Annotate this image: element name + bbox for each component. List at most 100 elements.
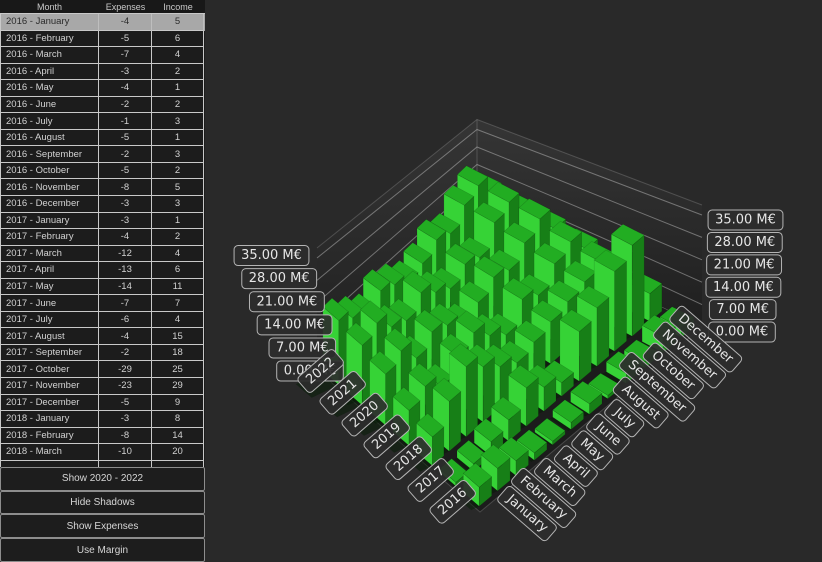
income-cell: 4 — [152, 47, 204, 64]
table-row[interactable]: 2016 - June -2 2 — [0, 96, 205, 114]
table-row[interactable]: 2017 - December -5 9 — [0, 394, 205, 412]
bar-face-right — [614, 260, 627, 352]
expenses-cell: -5 — [99, 162, 152, 180]
expenses-cell: -4 — [99, 80, 152, 97]
expenses-cell: -10 — [99, 444, 152, 461]
income-cell: 3 — [152, 146, 204, 163]
table-row[interactable]: 2017 - October -29 25 — [0, 361, 205, 379]
table-row[interactable]: 2017 - April -13 6 — [0, 262, 205, 279]
table-row[interactable]: 2016 - April -3 2 — [0, 63, 205, 81]
show-expenses-button[interactable]: Show Expenses — [0, 514, 205, 539]
month-cell: 2016 - September — [0, 146, 99, 163]
table-row[interactable]: 2018 - February -8 14 — [0, 427, 205, 445]
table-row[interactable]: 2017 - September -2 18 — [0, 344, 205, 362]
value-axis-label-left: 28.00 M€ — [241, 268, 318, 290]
month-cell: 2018 - March — [0, 444, 99, 461]
income-cell: 1 — [152, 129, 204, 147]
svg-text:14.00 M€: 14.00 M€ — [264, 317, 325, 332]
table-row[interactable]: 2016 - September -2 3 — [0, 146, 205, 163]
column-header-expenses: Expenses — [105, 1, 146, 12]
table-row[interactable]: 2016 - May -4 1 — [0, 80, 205, 97]
table-row[interactable]: 2017 - November -23 29 — [0, 378, 205, 395]
month-cell: 2017 - October — [0, 361, 99, 379]
bar-face-right — [596, 296, 610, 367]
table-row[interactable]: 2018 - March -10 20 — [0, 444, 205, 461]
svg-text:28.00 M€: 28.00 M€ — [249, 271, 310, 286]
value-axis-label-right: 21.00 M€ — [706, 254, 783, 276]
svg-text:21.00 M€: 21.00 M€ — [714, 257, 775, 272]
month-cell: 2016 - July — [0, 113, 99, 130]
expenses-cell: -4 — [99, 328, 152, 345]
table-row[interactable]: 2018 - January -3 8 — [0, 411, 205, 428]
income-cell: 8 — [152, 411, 204, 428]
bar-face-right — [631, 234, 645, 337]
income-cell: 3 — [152, 113, 204, 130]
show-years-button[interactable]: Show 2020 - 2022 — [0, 466, 205, 491]
month-cell: 2018 - February — [0, 427, 99, 445]
income-cell: 6 — [152, 30, 204, 48]
expenses-cell: -1 — [99, 113, 152, 130]
month-cell: 2017 - May — [0, 278, 99, 296]
sidebar-buttons: Show 2020 - 2022 Hide Shadows Show Expense… — [0, 466, 205, 562]
income-cell: 3 — [152, 196, 204, 213]
month-cell: 2016 - November — [0, 179, 99, 197]
table-row[interactable]: 2017 - February -4 2 — [0, 229, 205, 246]
use-margin-button[interactable]: Use Margin — [0, 538, 205, 562]
svg-text:7.00 M€: 7.00 M€ — [276, 340, 329, 355]
expenses-cell: -4 — [99, 229, 152, 246]
value-axis-label-right: 14.00 M€ — [705, 276, 782, 298]
income-cell: 2 — [152, 162, 204, 180]
month-cell: 2016 - June — [0, 96, 99, 114]
table-row[interactable]: 2016 - March -7 4 — [0, 47, 205, 64]
chart-area: 0.00 M€ 7.00 M€ 14.00 M€ 21.00 M€ 28.00 M€ 35… — [205, 0, 822, 562]
table-row[interactable]: 2017 - January -3 1 — [0, 212, 205, 230]
value-axis-label-right: 28.00 M€ — [706, 231, 783, 253]
income-cell: 4 — [152, 245, 204, 263]
table-row[interactable]: 2016 - October -5 2 — [0, 162, 205, 180]
value-axis-right: 0.00 M€ 7.00 M€ 14.00 M€ 21.00 M€ 28.00 M€ 35… — [705, 209, 784, 343]
month-cell: 2017 - April — [0, 262, 99, 279]
table-row[interactable]: 2017 - May -14 11 — [0, 278, 205, 296]
svg-text:0.00 M€: 0.00 M€ — [716, 325, 769, 340]
table-row[interactable]: 2016 - November -8 5 — [0, 179, 205, 197]
month-cell: 2017 - June — [0, 295, 99, 312]
expenses-cell: -3 — [99, 196, 152, 213]
expenses-cell: -8 — [99, 179, 152, 197]
income-cell: 4 — [152, 311, 204, 329]
table-row[interactable]: 2017 - March -12 4 — [0, 245, 205, 263]
value-axis-label-left: 21.00 M€ — [248, 291, 325, 313]
table-row[interactable]: 2016 - December -3 3 — [0, 196, 205, 213]
income-cell: 18 — [152, 344, 204, 362]
month-cell: 2018 - January — [0, 411, 99, 428]
income-cell: 25 — [152, 361, 204, 379]
value-axis-label-right: 7.00 M€ — [708, 299, 777, 321]
hide-shadows-button[interactable]: Hide Shadows — [0, 490, 205, 515]
expenses-cell: -2 — [99, 344, 152, 362]
income-cell: 2 — [152, 63, 204, 81]
table-body: 2016 - January -4 5 2016 - February -5 6 2016 … — [0, 13, 205, 461]
app-window: Month Expenses Income 2016 - January -4 5 2… — [0, 0, 822, 562]
table-row[interactable]: 2016 - February -5 6 — [0, 30, 205, 48]
month-cell: 2016 - August — [0, 129, 99, 147]
expenses-cell: -3 — [99, 411, 152, 428]
column-header-income: Income — [163, 1, 193, 12]
expenses-cell: -4 — [99, 14, 152, 31]
month-cell: 2016 - January — [0, 14, 99, 31]
table-row[interactable]: 2017 - July -6 4 — [0, 311, 205, 329]
expenses-cell: -2 — [99, 96, 152, 114]
table-row[interactable]: 2016 - August -5 1 — [0, 129, 205, 147]
income-cell: 15 — [152, 328, 204, 345]
expenses-cell: -7 — [99, 295, 152, 312]
income-cell: 20 — [152, 444, 204, 461]
month-cell: 2016 - December — [0, 196, 99, 213]
value-axis-label-left: 35.00 M€ — [233, 245, 310, 267]
table-row[interactable]: 2016 - January -4 5 — [0, 14, 205, 31]
table-row[interactable]: 2017 - August -4 15 — [0, 328, 205, 345]
income-cell: 1 — [152, 212, 204, 230]
table-row[interactable]: 2016 - July -1 3 — [0, 113, 205, 130]
bars3d-chart[interactable]: 0.00 M€ 7.00 M€ 14.00 M€ 21.00 M€ 28.00 M€ 35… — [205, 0, 822, 562]
month-cell: 2017 - August — [0, 328, 99, 345]
table-row[interactable]: 2017 - June -7 7 — [0, 295, 205, 312]
expenses-cell: -14 — [99, 278, 152, 296]
month-cell: 2017 - September — [0, 344, 99, 362]
